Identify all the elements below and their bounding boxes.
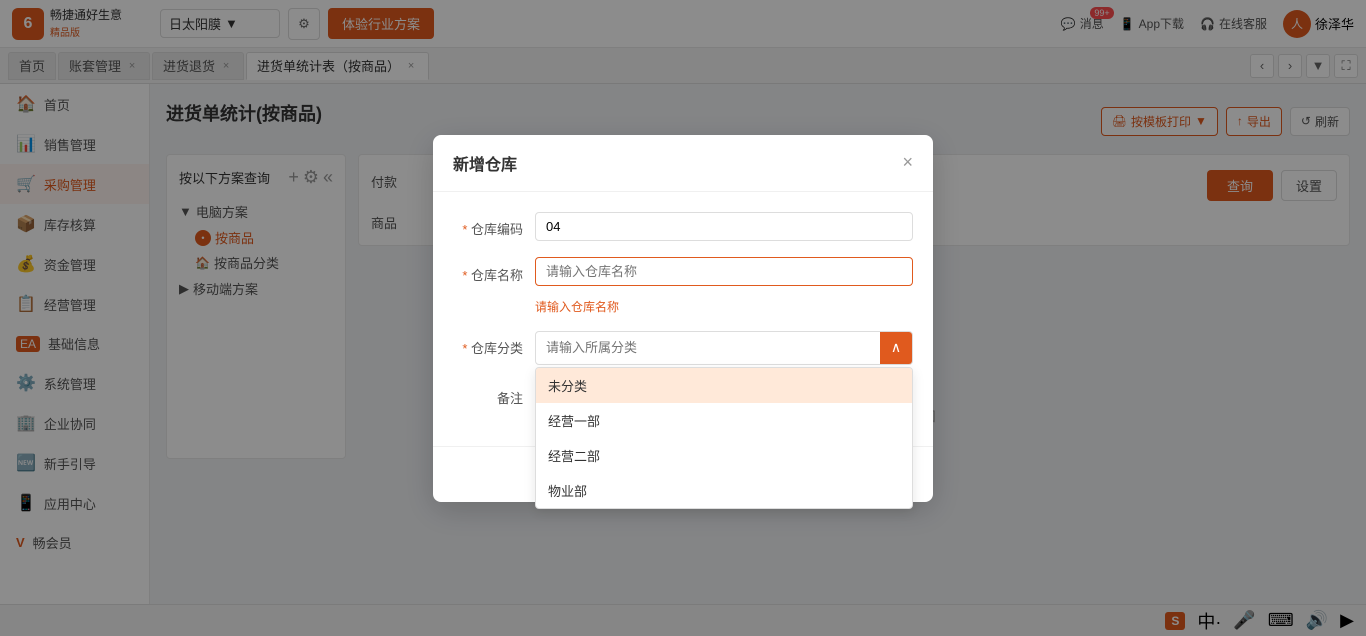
dropdown-item-property[interactable]: 物业部 (536, 473, 912, 508)
code-label: 仓库编码 (453, 212, 523, 238)
code-row: 仓库编码 (453, 212, 913, 241)
modal-close-button[interactable]: × (902, 152, 913, 173)
category-input-row: ∧ (535, 331, 913, 365)
modal-title: 新增仓库 (453, 151, 517, 175)
category-wrapper: ∧ 未分类 经营一部 经营二部 物业部 (535, 331, 913, 365)
name-input[interactable] (535, 257, 913, 286)
name-row: 仓库名称 请输入仓库名称 (453, 257, 913, 315)
modal-overlay: 新增仓库 × 仓库编码 仓库名称 请输入仓库名称 仓库分类 (0, 0, 1366, 636)
modal-header: 新增仓库 × (433, 135, 933, 192)
chevron-up-icon: ∧ (891, 339, 901, 356)
dropdown-item-dept2[interactable]: 经营二部 (536, 438, 912, 473)
name-label: 仓库名称 (453, 258, 523, 284)
category-arrow-button[interactable]: ∧ (880, 332, 912, 364)
name-error-msg: 请输入仓库名称 (535, 300, 619, 314)
code-input[interactable] (535, 212, 913, 241)
modal-body: 仓库编码 仓库名称 请输入仓库名称 仓库分类 (433, 192, 933, 446)
dropdown-item-uncategorized[interactable]: 未分类 (536, 368, 912, 403)
category-input[interactable] (536, 334, 880, 361)
category-label: 仓库分类 (453, 331, 523, 357)
dropdown-item-dept1[interactable]: 经营一部 (536, 403, 912, 438)
modal-new-warehouse: 新增仓库 × 仓库编码 仓库名称 请输入仓库名称 仓库分类 (433, 135, 933, 502)
category-row: 仓库分类 ∧ 未分类 经营一部 经营二部 物业部 (453, 331, 913, 365)
category-dropdown: 未分类 经营一部 经营二部 物业部 (535, 367, 913, 509)
note-label: 备注 (453, 381, 523, 407)
